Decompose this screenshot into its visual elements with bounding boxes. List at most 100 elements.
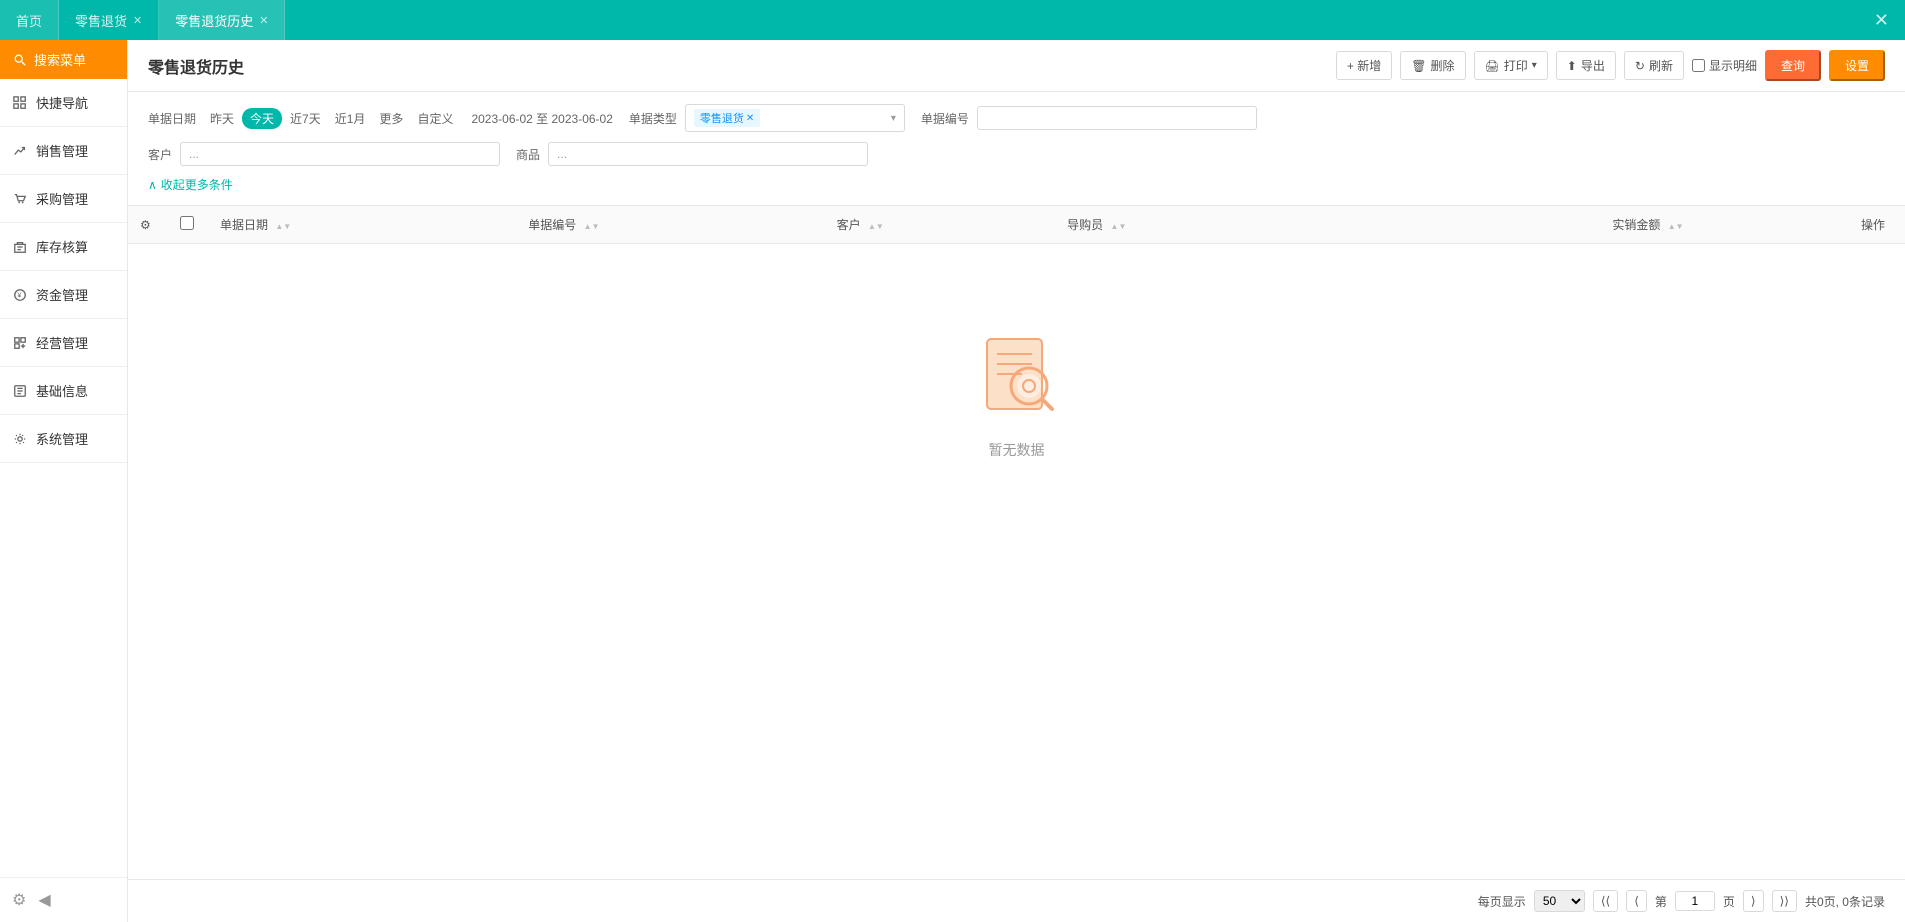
sidebar-item-operation-label: 经营管理 xyxy=(36,333,88,352)
th-no[interactable]: 单据编号 ▲▼ xyxy=(516,206,824,244)
sidebar-item-inventory[interactable]: 库存核算 xyxy=(0,223,127,271)
date-range-display: 2023-06-02 至 2023-06-02 xyxy=(471,110,612,127)
sort-arrows-guide: ▲▼ xyxy=(1111,222,1127,231)
sidebar-item-basic-label: 基础信息 xyxy=(36,381,88,400)
print-chevron-icon: ▾ xyxy=(1532,60,1537,71)
sidebar-search-label: 搜索菜单 xyxy=(34,50,86,69)
th-amount[interactable]: 实销金额 ▲▼ xyxy=(1325,206,1724,244)
goods-filter: 商品 ... xyxy=(516,142,868,166)
th-settings[interactable]: ⚙ xyxy=(128,206,168,244)
export-button[interactable]: ⬆ 导出 xyxy=(1556,51,1616,80)
date-filter-label: 单据日期 xyxy=(148,110,196,127)
top-bar: 首页 零售退货 ✕ 零售退货历史 ✕ ✕ xyxy=(0,0,1905,40)
sidebar-item-sales[interactable]: 销售管理 xyxy=(0,127,127,175)
page-number-input[interactable] xyxy=(1675,891,1715,911)
date-btn-more[interactable]: 更多 xyxy=(373,108,409,129)
date-btn-7days[interactable]: 近7天 xyxy=(284,108,327,129)
content-area: 零售退货历史 + 新增 🗑 删除 🖨 打印 ▾ ⬆ 导出 ↻ xyxy=(128,40,1905,922)
customer-select[interactable]: ... xyxy=(180,142,500,166)
delete-button[interactable]: 🗑 删除 xyxy=(1400,51,1465,80)
next-page-button[interactable]: ⟩ xyxy=(1743,890,1764,912)
pagination: 每页显示 10 20 50 100 ⟨⟨ ⟨ 第 页 ⟩ ⟩⟩ 共0页, 0条记… xyxy=(128,879,1905,922)
purchase-icon xyxy=(12,191,28,207)
date-btn-today[interactable]: 今天 xyxy=(242,108,282,129)
voucher-type-select[interactable]: 零售退货 ✕ ▾ xyxy=(685,104,905,132)
sidebar-item-system-label: 系统管理 xyxy=(36,429,88,448)
basic-icon xyxy=(12,383,28,399)
tab-home[interactable]: 首页 xyxy=(0,0,59,40)
toolbar: + 新增 🗑 删除 🖨 打印 ▾ ⬆ 导出 ↻ 刷新 xyxy=(1336,50,1885,81)
th-checkbox[interactable] xyxy=(168,206,208,244)
empty-icon xyxy=(967,324,1067,424)
last-page-button[interactable]: ⟩⟩ xyxy=(1772,890,1797,912)
th-guide-label: 导购员 xyxy=(1067,218,1103,232)
settings-icon[interactable]: ⚙ xyxy=(12,890,26,910)
export-label: 导出 xyxy=(1581,57,1605,74)
date-btn-yesterday[interactable]: 昨天 xyxy=(204,108,240,129)
th-customer-label: 客户 xyxy=(837,218,861,232)
sidebar: 搜索菜单 快捷导航 销售管理 xyxy=(0,40,128,922)
filter-area: 单据日期 昨天 今天 近7天 近1月 更多 自定义 2023-06-02 至 2… xyxy=(128,92,1905,206)
voucher-type-tag-close[interactable]: ✕ xyxy=(746,113,754,124)
print-button[interactable]: 🖨 打印 ▾ xyxy=(1474,51,1548,80)
search-icon xyxy=(12,52,28,68)
print-label: 打印 xyxy=(1504,57,1528,74)
sidebar-item-finance[interactable]: ¥ 资金管理 xyxy=(0,271,127,319)
voucher-type-filter: 单据类型 零售退货 ✕ ▾ xyxy=(629,104,905,132)
window-close-button[interactable]: ✕ xyxy=(1874,10,1889,31)
th-guide[interactable]: 导购员 ▲▼ xyxy=(1055,206,1324,244)
tab-retail-return-history-close[interactable]: ✕ xyxy=(259,14,268,27)
voucher-type-chevron-icon: ▾ xyxy=(891,113,896,124)
refresh-icon: ↻ xyxy=(1635,59,1645,73)
page-title: 零售退货历史 xyxy=(148,54,244,78)
table-header: ⚙ 单据日期 ▲▼ 单据编号 ▲▼ xyxy=(128,206,1905,244)
sidebar-item-finance-label: 资金管理 xyxy=(36,285,88,304)
delete-label: 删除 xyxy=(1431,57,1455,74)
filter-row-2: 客户 ... 商品 ... xyxy=(148,142,1885,166)
th-date[interactable]: 单据日期 ▲▼ xyxy=(208,206,516,244)
settings-button[interactable]: 设置 xyxy=(1829,50,1885,81)
goods-select[interactable]: ... xyxy=(548,142,868,166)
speaker-icon[interactable]: ◀ xyxy=(38,890,50,910)
tab-retail-return-history[interactable]: 零售退货历史 ✕ xyxy=(159,0,285,40)
sidebar-item-system[interactable]: 系统管理 xyxy=(0,415,127,463)
tab-home-label: 首页 xyxy=(16,11,42,30)
grid-icon xyxy=(12,95,28,111)
voucher-no-label: 单据编号 xyxy=(921,110,969,127)
tab-retail-return[interactable]: 零售退货 ✕ xyxy=(59,0,159,40)
date-btn-custom[interactable]: 自定义 xyxy=(411,108,459,129)
sidebar-item-purchase-label: 采购管理 xyxy=(36,189,88,208)
first-page-button[interactable]: ⟨⟨ xyxy=(1593,890,1618,912)
select-all-checkbox[interactable] xyxy=(180,216,194,230)
th-actions-label: 操作 xyxy=(1861,218,1885,232)
sort-arrows-amount: ▲▼ xyxy=(1668,222,1684,231)
inventory-icon xyxy=(12,239,28,255)
query-button[interactable]: 查询 xyxy=(1765,50,1821,81)
table-settings-icon[interactable]: ⚙ xyxy=(140,218,151,232)
top-bar-right: ✕ xyxy=(1874,10,1905,31)
collapse-conditions[interactable]: ∧ 收起更多条件 xyxy=(148,176,1885,193)
voucher-no-input[interactable] xyxy=(977,106,1257,130)
customer-placeholder: ... xyxy=(189,147,199,161)
data-table: ⚙ 单据日期 ▲▼ 单据编号 ▲▼ xyxy=(128,206,1905,244)
th-no-label: 单据编号 xyxy=(528,218,576,232)
new-button[interactable]: + 新增 xyxy=(1336,51,1392,80)
goods-label: 商品 xyxy=(516,146,540,163)
show-detail-checkbox[interactable] xyxy=(1692,59,1705,72)
per-page-select[interactable]: 10 20 50 100 xyxy=(1534,890,1585,912)
empty-text: 暂无数据 xyxy=(989,440,1045,460)
sidebar-search[interactable]: 搜索菜单 xyxy=(0,40,127,79)
date-btn-1month[interactable]: 近1月 xyxy=(329,108,372,129)
total-records-label: 共0页, 0条记录 xyxy=(1805,893,1885,910)
prev-page-button[interactable]: ⟨ xyxy=(1626,890,1647,912)
sidebar-item-purchase[interactable]: 采购管理 xyxy=(0,175,127,223)
voucher-type-label: 单据类型 xyxy=(629,110,677,127)
sidebar-item-basic[interactable]: 基础信息 xyxy=(0,367,127,415)
refresh-button[interactable]: ↻ 刷新 xyxy=(1624,51,1684,80)
sidebar-item-quick-nav[interactable]: 快捷导航 xyxy=(0,79,127,127)
tab-retail-return-close[interactable]: ✕ xyxy=(133,14,142,27)
show-detail-checkbox-label[interactable]: 显示明细 xyxy=(1692,57,1757,74)
th-customer[interactable]: 客户 ▲▼ xyxy=(825,206,1056,244)
show-detail-text: 显示明细 xyxy=(1709,57,1757,74)
sidebar-item-operation[interactable]: 经营管理 xyxy=(0,319,127,367)
